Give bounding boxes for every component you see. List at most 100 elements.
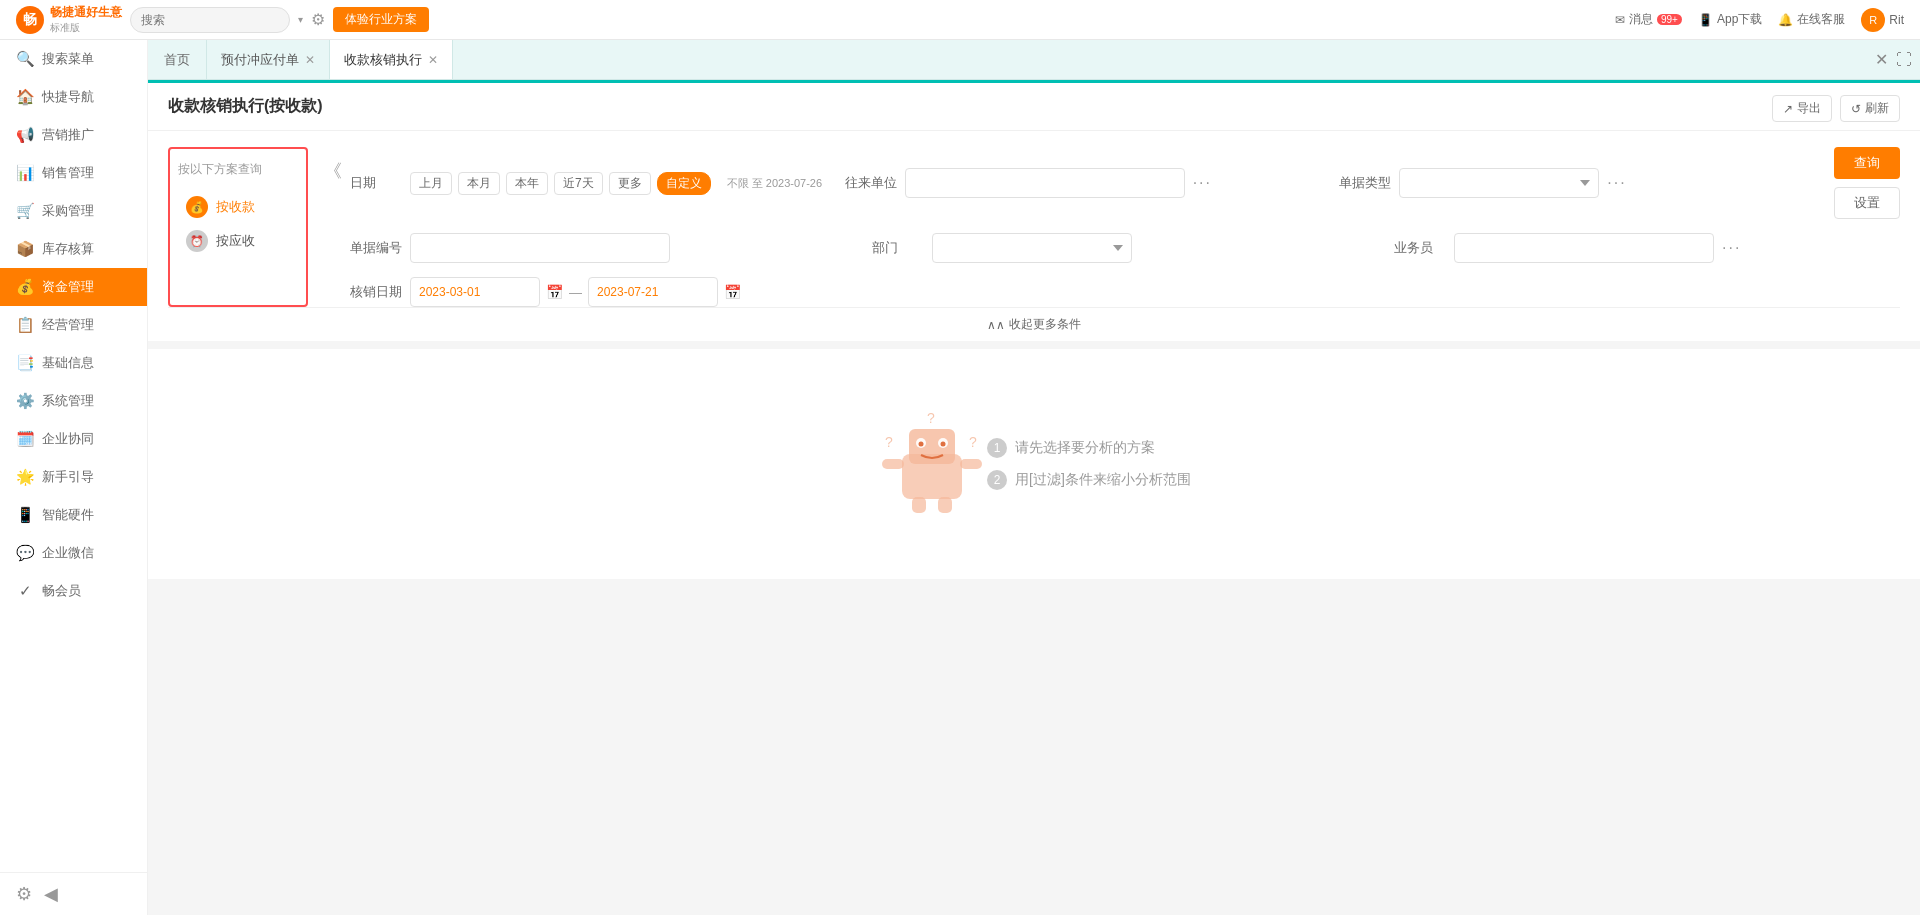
tab-receivable[interactable]: 收款核销执行 ✕: [330, 40, 453, 79]
dept-field: 部门: [872, 233, 1378, 263]
service-icon: 🔔: [1778, 13, 1793, 27]
basic-info-icon: 📑: [16, 354, 34, 372]
sidebar-item-system[interactable]: ⚙️ 系统管理: [0, 382, 147, 420]
top-bar-left: 畅 畅捷通好生意 标准版 ▾ ⚙ 体验行业方案: [16, 4, 429, 35]
doc-num-input[interactable]: [410, 233, 670, 263]
counterpart-input[interactable]: [905, 168, 1185, 198]
search-input[interactable]: [130, 7, 290, 33]
sidebar-label-wechat: 企业微信: [42, 544, 94, 562]
sidebar-settings-icon[interactable]: ⚙: [16, 883, 32, 905]
salesman-more-icon[interactable]: ···: [1722, 239, 1741, 257]
sidebar-item-search-menu[interactable]: 🔍 搜索菜单: [0, 40, 147, 78]
marketing-icon: 📢: [16, 126, 34, 144]
salesman-input[interactable]: [1454, 233, 1714, 263]
query-button[interactable]: 查询: [1834, 147, 1900, 179]
writeoff-end-calendar-icon[interactable]: 📅: [724, 284, 741, 300]
quick-date-custom[interactable]: 自定义: [657, 172, 711, 195]
sidebar-item-enterprise[interactable]: 🗓️ 企业协同: [0, 420, 147, 458]
empty-num-1: 1: [987, 438, 1007, 458]
writeoff-end-input[interactable]: [588, 277, 718, 307]
counterpart-label: 往来单位: [845, 174, 897, 192]
empty-tip-2: 2 用[过滤]条件来缩小分析范围: [987, 470, 1191, 490]
doc-num-label: 单据编号: [350, 239, 402, 257]
sidebar-label-hardware: 智能硬件: [42, 506, 94, 524]
content-area: 首页 预付冲应付单 ✕ 收款核销执行 ✕ ✕ ⛶ 收款核销执行(按收款): [148, 40, 1920, 915]
top-bar: 畅 畅捷通好生意 标准版 ▾ ⚙ 体验行业方案 ✉ 消息 99+ 📱 App下载…: [0, 0, 1920, 40]
tab-prepay[interactable]: 预付冲应付单 ✕: [207, 40, 330, 79]
brand: 畅 畅捷通好生意 标准版: [16, 4, 122, 35]
doc-type-select[interactable]: [1399, 168, 1599, 198]
sidebar-item-inventory[interactable]: 📦 库存核算: [0, 230, 147, 268]
online-service-item[interactable]: 🔔 在线客服: [1778, 11, 1845, 28]
filter-panel-collapse-icon[interactable]: 《: [324, 159, 342, 183]
svg-text:?: ?: [885, 434, 893, 450]
page-header: 收款核销执行(按收款) ↗ 导出 ↺ 刷新: [148, 83, 1920, 131]
collapse-bar[interactable]: ∧∧ 收起更多条件: [168, 307, 1900, 341]
sidebar-item-operations[interactable]: 📋 经营管理: [0, 306, 147, 344]
filter-inner: 按以下方案查询 💰 按收款 ⏰ 按应收 《: [168, 147, 1900, 307]
quick-date-this-year[interactable]: 本年: [506, 172, 548, 195]
doc-type-more-icon[interactable]: ···: [1607, 174, 1626, 192]
inventory-icon: 📦: [16, 240, 34, 258]
sidebar-label-purchase: 采购管理: [42, 202, 94, 220]
sidebar-item-finance[interactable]: 💰 资金管理: [0, 268, 147, 306]
counterpart-more-icon[interactable]: ···: [1193, 174, 1212, 192]
sidebar-item-hardware[interactable]: 📱 智能硬件: [0, 496, 147, 534]
quick-date-this-month[interactable]: 本月: [458, 172, 500, 195]
sidebar-item-basic-info[interactable]: 📑 基础信息: [0, 344, 147, 382]
writeoff-start-input[interactable]: [410, 277, 540, 307]
settings-button[interactable]: 设置: [1834, 187, 1900, 219]
app-download-label: App下载: [1717, 11, 1762, 28]
user-avatar: R: [1861, 8, 1885, 32]
tab-prepay-close-icon[interactable]: ✕: [305, 53, 315, 67]
collapse-label: 收起更多条件: [1009, 316, 1081, 333]
brand-icon: 畅: [16, 6, 44, 34]
sidebar-item-guide[interactable]: 🌟 新手引导: [0, 458, 147, 496]
date-field: 日期 上月 本月 本年 近7天 更多 自定义: [350, 172, 829, 195]
tab-home[interactable]: 首页: [148, 40, 207, 79]
receivable-option-label: 按应收: [216, 232, 255, 250]
salesman-label: 业务员: [1394, 239, 1446, 257]
user-item[interactable]: R Rit: [1861, 8, 1904, 32]
quick-date-7days[interactable]: 近7天: [554, 172, 603, 195]
quick-date-more[interactable]: 更多: [609, 172, 651, 195]
filter-option-by-receivable[interactable]: ⏰ 按应收: [178, 224, 298, 258]
sidebar-collapse-icon[interactable]: ◀: [44, 883, 58, 905]
sidebar-item-marketing[interactable]: 📢 营销推广: [0, 116, 147, 154]
sidebar-item-purchase[interactable]: 🛒 采购管理: [0, 192, 147, 230]
refresh-button[interactable]: ↺ 刷新: [1840, 95, 1900, 122]
empty-illustration: ? ? ?: [877, 409, 987, 519]
brand-sub: 标准版: [50, 21, 122, 35]
guide-icon: 🌟: [16, 468, 34, 486]
date-range-info: 不限 至 2023-07-26: [727, 176, 822, 191]
sidebar-label-basic-info: 基础信息: [42, 354, 94, 372]
tab-expand-icon[interactable]: ⛶: [1896, 51, 1912, 69]
svg-rect-7: [960, 459, 982, 469]
tab-bar: 首页 预付冲应付单 ✕ 收款核销执行 ✕ ✕ ⛶: [148, 40, 1920, 80]
sidebar-label-quick-nav: 快捷导航: [42, 88, 94, 106]
writeoff-start-calendar-icon[interactable]: 📅: [546, 284, 563, 300]
app-download-item[interactable]: 📱 App下载: [1698, 11, 1762, 28]
solution-button[interactable]: 体验行业方案: [333, 7, 429, 32]
receivable-option-icon: ⏰: [186, 230, 208, 252]
export-button[interactable]: ↗ 导出: [1772, 95, 1832, 122]
quick-date-last-month[interactable]: 上月: [410, 172, 452, 195]
sidebar-item-member[interactable]: ✓ 畅会员: [0, 572, 147, 610]
dept-select[interactable]: [932, 233, 1132, 263]
system-icon: ⚙️: [16, 392, 34, 410]
filter-actions: 查询 设置: [1834, 147, 1900, 219]
tab-close-all-icon[interactable]: ✕: [1875, 50, 1888, 69]
writeoff-date-range: 📅 — 📅: [410, 277, 741, 307]
tab-receivable-close-icon[interactable]: ✕: [428, 53, 438, 67]
finance-icon: 💰: [16, 278, 34, 296]
sidebar-item-wechat[interactable]: 💬 企业微信: [0, 534, 147, 572]
sidebar-item-sales[interactable]: 📊 销售管理: [0, 154, 147, 192]
sidebar-item-quick-nav[interactable]: 🏠 快捷导航: [0, 78, 147, 116]
quick-nav-icon: 🏠: [16, 88, 34, 106]
sidebar-label-system: 系统管理: [42, 392, 94, 410]
settings-icon[interactable]: ⚙: [311, 10, 325, 29]
refresh-icon: ↺: [1851, 102, 1861, 116]
messages-label: 消息: [1629, 11, 1653, 28]
messages-item[interactable]: ✉ 消息 99+: [1615, 11, 1682, 28]
filter-option-by-receipt[interactable]: 💰 按收款: [178, 190, 298, 224]
